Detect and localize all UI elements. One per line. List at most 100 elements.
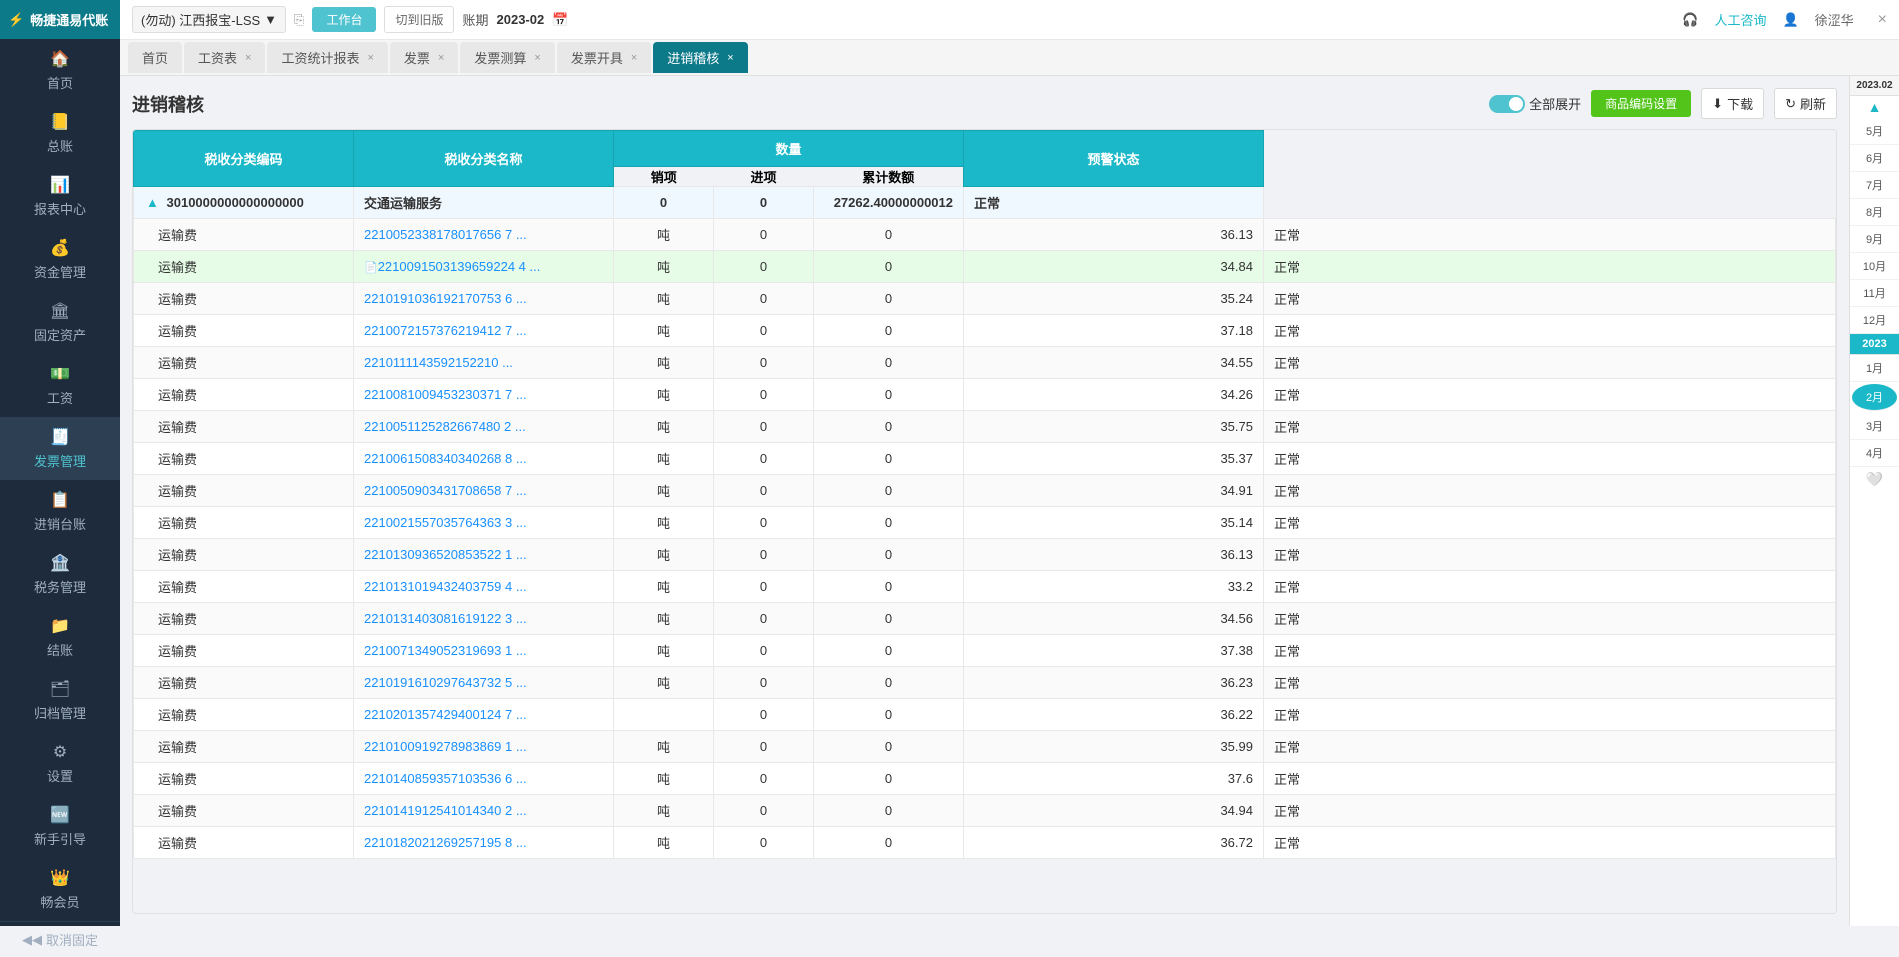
tab-invoice-calc[interactable]: 发票测算 ×	[460, 42, 554, 73]
table-row[interactable]: 运输费 2210131403081619122 3 ... 吨 0 0 34.5…	[134, 603, 1836, 635]
invoice-code-cell[interactable]: 2210111143592152210 ...	[354, 347, 614, 379]
tab-salary-report-close[interactable]: ×	[367, 52, 373, 64]
invoice-code-cell[interactable]: 2210081009453230371 7 ...	[354, 379, 614, 411]
invoice-code-cell[interactable]: 2210182021269257195 8 ...	[354, 827, 614, 859]
table-row[interactable]: 运输费 2210050903431708658 7 ... 吨 0 0 34.9…	[134, 475, 1836, 507]
sidebar-item-ledger[interactable]: 📒 总账	[0, 102, 120, 165]
table-row[interactable]: 运输费 2210051125282667480 2 ... 吨 0 0 35.7…	[134, 411, 1836, 443]
tab-salary-close[interactable]: ×	[245, 52, 251, 64]
sidebar-item-tax[interactable]: 🏦 税务管理	[0, 543, 120, 606]
invoice-code-cell[interactable]: 2210131403081619122 3 ...	[354, 603, 614, 635]
invoice-code-cell[interactable]: 2210052338178017656 7 ...	[354, 219, 614, 251]
invoice-code-cell[interactable]: 2210131019432403759 4 ...	[354, 571, 614, 603]
invoice-code-cell[interactable]: 2210072157376219412 7 ...	[354, 315, 614, 347]
invoice-code-cell[interactable]: 2210061508340340268 8 ...	[354, 443, 614, 475]
tab-salary-report[interactable]: 工资统计报表 ×	[267, 42, 387, 73]
sidebar-item-sales-ledger[interactable]: 📋 进销台账	[0, 480, 120, 543]
sidebar-item-invoice-mgmt[interactable]: 🧾 发票管理	[0, 417, 120, 480]
favorite-icon[interactable]: 🤍	[1850, 467, 1899, 492]
tab-sales-check[interactable]: 进销稽核 ×	[653, 42, 747, 73]
cal-month-12[interactable]: 12月	[1850, 307, 1899, 334]
cal-month-7[interactable]: 7月	[1850, 172, 1899, 199]
sidebar-item-reports[interactable]: 📊 报表中心	[0, 165, 120, 228]
cal-month-5[interactable]: 5月	[1850, 118, 1899, 145]
tab-invoice-issue[interactable]: 发票开具 ×	[557, 42, 651, 73]
table-row[interactable]: 运输费 2210141912541014340 2 ... 吨 0 0 34.9…	[134, 795, 1836, 827]
sidebar-item-finance[interactable]: 💰 资金管理	[0, 228, 120, 291]
tab-invoice-close[interactable]: ×	[438, 52, 444, 64]
calendar-icon[interactable]: 📅	[552, 12, 568, 28]
sidebar-pin-toggle[interactable]: ◀◀ 取消固定	[0, 921, 120, 957]
invoice-code-cell[interactable]: 2210051125282667480 2 ...	[354, 411, 614, 443]
tab-invoice-calc-close[interactable]: ×	[534, 52, 540, 64]
table-row[interactable]: 运输费 2210061508340340268 8 ... 吨 0 0 35.3…	[134, 443, 1836, 475]
table-row[interactable]: 运输费 2210191036192170753 6 ... 吨 0 0 35.2…	[134, 283, 1836, 315]
invoice-code-cell[interactable]: 2210141912541014340 2 ...	[354, 795, 614, 827]
switch-version-button[interactable]: 切到旧版	[384, 6, 454, 33]
table-row[interactable]: 运输费 2210071349052319693 1 ... 吨 0 0 37.3…	[134, 635, 1836, 667]
expand-toggle[interactable]: 全部展开	[1489, 94, 1581, 113]
sidebar-item-close[interactable]: 📁 结账	[0, 606, 120, 669]
collapse-icon[interactable]: ▲	[146, 195, 159, 210]
invoice-code-cell[interactable]: 2210191610297643732 5 ...	[354, 667, 614, 699]
sidebar-item-assets[interactable]: 🏛 固定资产	[0, 291, 120, 354]
table-row[interactable]: 运输费 2210201357429400124 7 ... 0 0 36.22 …	[134, 699, 1836, 731]
tag-cell: 吨	[614, 283, 714, 315]
tab-sales-check-close[interactable]: ×	[727, 52, 733, 64]
refresh-button[interactable]: ↻ 刷新	[1774, 88, 1837, 119]
sidebar-item-archive[interactable]: 🗂 归档管理	[0, 669, 120, 732]
data-table-wrapper[interactable]: 税收分类编码 税收分类名称 数量 预警状态 销项 进项 累计数额	[132, 129, 1837, 914]
cal-month-10[interactable]: 10月	[1850, 253, 1899, 280]
invoice-code-cell[interactable]: 2210050903431708658 7 ...	[354, 475, 614, 507]
close-button[interactable]: ×	[1878, 11, 1887, 29]
table-row[interactable]: 运输费 2210052338178017656 7 ... 吨 0 0 36.1…	[134, 219, 1836, 251]
invoice-code-cell[interactable]: 2210071349052319693 1 ...	[354, 635, 614, 667]
invoice-code-cell[interactable]: 2210021557035764363 3 ...	[354, 507, 614, 539]
invoice-code-cell[interactable]: 📄2210091503139659224 4 ...	[354, 251, 614, 283]
cal-month-1[interactable]: 1月	[1850, 355, 1899, 382]
workspace-button[interactable]: 工作台	[312, 7, 376, 32]
table-row[interactable]: 运输费 2210100919278983869 1 ... 吨 0 0 35.9…	[134, 731, 1836, 763]
sidebar-item-salary[interactable]: 💵 工资	[0, 354, 120, 417]
table-row[interactable]: 运输费 📄2210091503139659224 4 ... 吨 0 0 34.…	[134, 251, 1836, 283]
cal-month-3[interactable]: 3月	[1850, 413, 1899, 440]
sidebar-item-home[interactable]: 🏠 首页	[0, 39, 120, 102]
invoice-code-cell[interactable]: 2210201357429400124 7 ...	[354, 699, 614, 731]
copy-icon[interactable]: ⎘	[294, 12, 304, 28]
cal-month-11[interactable]: 11月	[1850, 280, 1899, 307]
table-row[interactable]: 运输费 2210111143592152210 ... 吨 0 0 34.55 …	[134, 347, 1836, 379]
calendar-up-button[interactable]: ▲	[1850, 96, 1899, 118]
tag-cell: 吨	[614, 731, 714, 763]
table-row[interactable]: 运输费 2210130936520853522 1 ... 吨 0 0 36.1…	[134, 539, 1836, 571]
tab-home[interactable]: 首页	[128, 42, 182, 73]
company-selector[interactable]: (勿动) 江西报宝-LSS ▼	[132, 6, 286, 33]
invoice-code-cell[interactable]: 2210140859357103536 6 ...	[354, 763, 614, 795]
cal-month-4[interactable]: 4月	[1850, 440, 1899, 467]
cal-month-6[interactable]: 6月	[1850, 145, 1899, 172]
toggle-switch-control[interactable]	[1489, 95, 1525, 113]
table-row[interactable]: ▲ 3010000000000000000 交通运输服务 0 0 27262.4…	[134, 187, 1836, 219]
table-row[interactable]: 运输费 2210131019432403759 4 ... 吨 0 0 33.2…	[134, 571, 1836, 603]
table-row[interactable]: 运输费 2210191610297643732 5 ... 吨 0 0 36.2…	[134, 667, 1836, 699]
download-button[interactable]: ⬇ 下载	[1701, 88, 1764, 119]
support-label[interactable]: 人工咨询	[1714, 10, 1766, 29]
product-code-settings-button[interactable]: 商品编码设置	[1591, 90, 1691, 117]
sidebar-item-settings[interactable]: ⚙ 设置	[0, 732, 120, 795]
table-row[interactable]: 运输费 2210081009453230371 7 ... 吨 0 0 34.2…	[134, 379, 1836, 411]
tab-invoice[interactable]: 发票 ×	[390, 42, 458, 73]
invoice-code-cell[interactable]: 2210100919278983869 1 ...	[354, 731, 614, 763]
cal-month-8[interactable]: 8月	[1850, 199, 1899, 226]
sidebar-item-member[interactable]: 👑 畅会员	[0, 858, 120, 921]
tax-code-cell: 运输费	[134, 603, 354, 635]
sidebar-item-guide[interactable]: 🆕 新手引导	[0, 795, 120, 858]
table-row[interactable]: 运输费 2210182021269257195 8 ... 吨 0 0 36.7…	[134, 827, 1836, 859]
invoice-code-cell[interactable]: 2210130936520853522 1 ...	[354, 539, 614, 571]
table-row[interactable]: 运输费 2210140859357103536 6 ... 吨 0 0 37.6…	[134, 763, 1836, 795]
table-row[interactable]: 运输费 2210021557035764363 3 ... 吨 0 0 35.1…	[134, 507, 1836, 539]
cal-month-2[interactable]: 2月	[1852, 384, 1897, 411]
table-row[interactable]: 运输费 2210072157376219412 7 ... 吨 0 0 37.1…	[134, 315, 1836, 347]
cal-month-9[interactable]: 9月	[1850, 226, 1899, 253]
tab-salary[interactable]: 工资表 ×	[184, 42, 265, 73]
invoice-code-cell[interactable]: 2210191036192170753 6 ...	[354, 283, 614, 315]
tab-invoice-issue-close[interactable]: ×	[631, 52, 637, 64]
